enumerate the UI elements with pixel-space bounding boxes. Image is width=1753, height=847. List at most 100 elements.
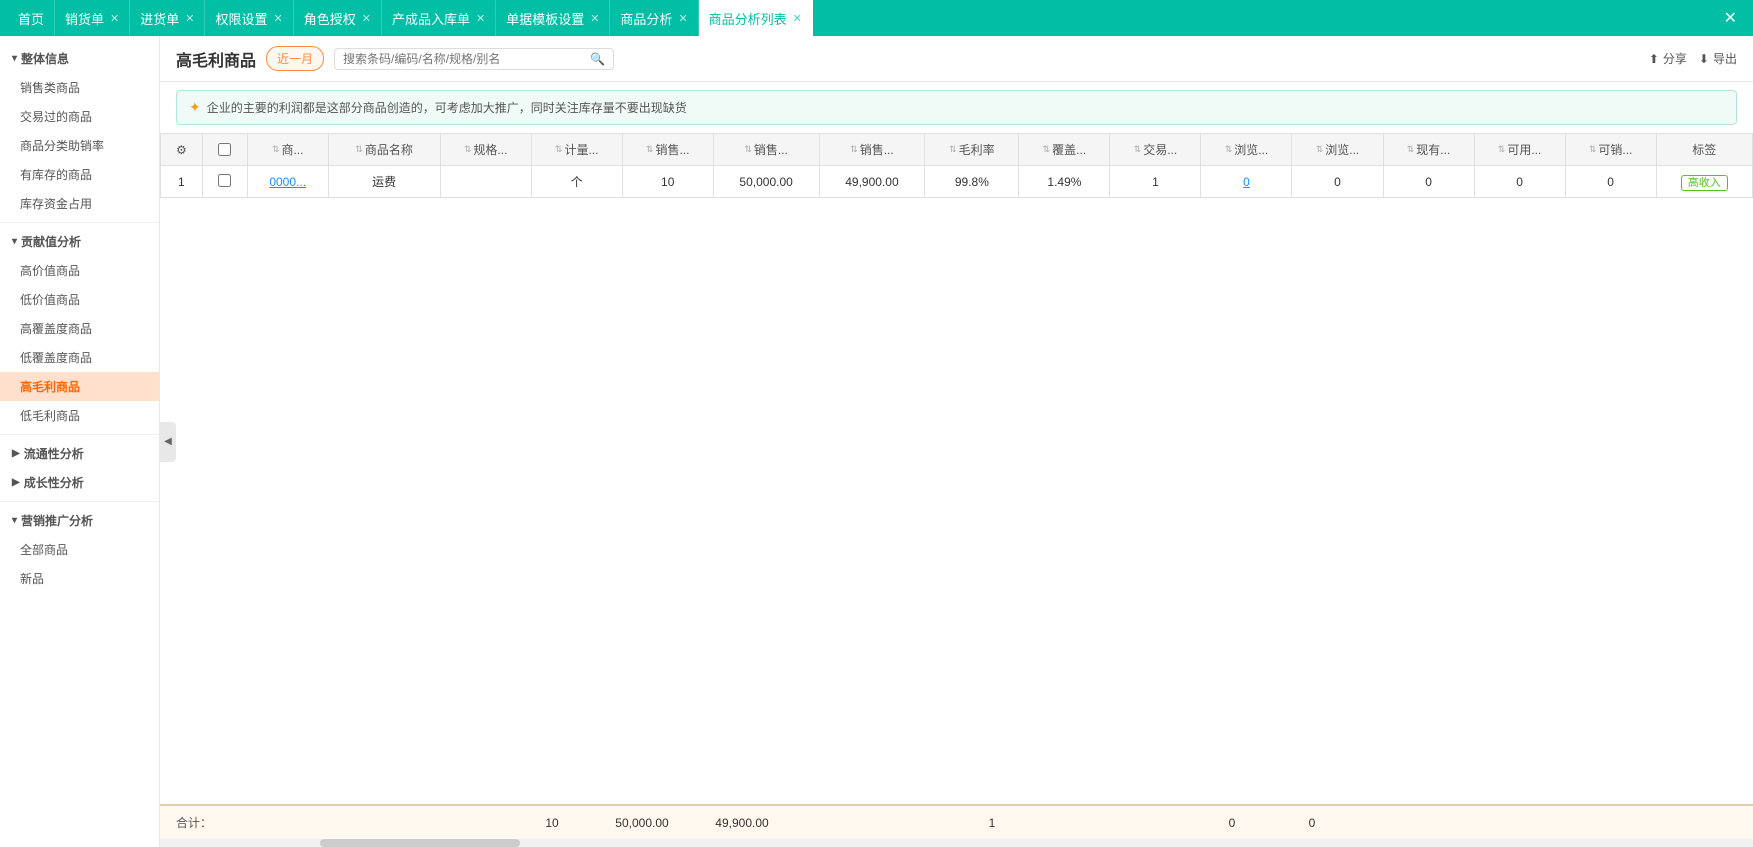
sidebar-item-low-margin[interactable]: 低毛利商品 [0, 401, 159, 430]
col-checkbox [202, 134, 247, 166]
chevron-right-icon: ▶ [12, 477, 20, 488]
col-code[interactable]: ⇅ 商... [247, 134, 328, 166]
info-icon: ✦ [189, 99, 201, 116]
top-nav: 首页 销货单 ✕ 进货单 ✕ 权限设置 ✕ 角色授权 ✕ 产成品入库单 ✕ 单据… [0, 0, 1753, 36]
close-icon[interactable]: ✕ [110, 12, 119, 25]
sidebar-item-low-value[interactable]: 低价值商品 [0, 285, 159, 314]
horizontal-scrollbar[interactable] [160, 839, 1753, 847]
sidebar-item-traded-goods[interactable]: 交易过的商品 [0, 102, 159, 131]
chevron-down-icon: ▾ [12, 515, 17, 526]
sidebar-item-in-stock[interactable]: 有库存的商品 [0, 160, 159, 189]
content-header: 高毛利商品 近一月 🔍 ⬆ 分享 ⬇ 导出 [160, 36, 1753, 82]
page-title: 高毛利商品 [176, 47, 256, 71]
sidebar-item-new-goods[interactable]: 新品 [0, 564, 159, 593]
sidebar-item-category-rate[interactable]: 商品分类助销率 [0, 131, 159, 160]
select-all-checkbox[interactable] [218, 143, 231, 156]
content-area: ◀ 高毛利商品 近一月 🔍 ⬆ 分享 ⬇ 导出 ✦ 企 [160, 36, 1753, 847]
header-actions: ⬆ 分享 ⬇ 导出 [1649, 50, 1737, 67]
col-spec[interactable]: ⇅ 规格... [440, 134, 531, 166]
cell-spec [440, 166, 531, 198]
footer-cell-spacer [232, 816, 512, 830]
footer-cell-profit: 49,900.00 [692, 816, 792, 830]
filter-month-btn[interactable]: 近一月 [266, 46, 324, 71]
col-available[interactable]: ⇅ 可用... [1474, 134, 1565, 166]
cell-sales-amount: 50,000.00 [713, 166, 819, 198]
sidebar-group-contribution[interactable]: ▾ 贡献值分析 [0, 227, 159, 256]
sort-icon: ⇅ [1316, 144, 1324, 155]
col-saleable[interactable]: ⇅ 可销... [1565, 134, 1656, 166]
cell-sales-profit: 49,900.00 [819, 166, 925, 198]
col-browse1[interactable]: ⇅ 浏览... [1201, 134, 1292, 166]
sort-icon: ⇅ [850, 144, 858, 155]
sidebar-group-marketing[interactable]: ▾ 营销推广分析 [0, 506, 159, 535]
close-icon[interactable]: ✕ [362, 12, 371, 25]
col-unit[interactable]: ⇅ 计量... [531, 134, 622, 166]
cell-current-stock: 0 [1383, 166, 1474, 198]
col-gross-margin[interactable]: ⇅ 毛利率 [925, 134, 1019, 166]
export-button[interactable]: ⬇ 导出 [1699, 50, 1737, 67]
footer-cell-margin [792, 816, 872, 830]
col-sales-amount[interactable]: ⇅ 销售... [713, 134, 819, 166]
sort-icon: ⇅ [744, 144, 752, 155]
share-button[interactable]: ⬆ 分享 [1649, 50, 1687, 67]
footer-cell-available: 0 [1272, 816, 1352, 830]
close-icon[interactable]: ✕ [793, 12, 802, 25]
chevron-down-icon: ▾ [12, 236, 17, 247]
col-tag[interactable]: 标签 [1656, 134, 1752, 166]
close-icon[interactable]: ✕ [185, 12, 194, 25]
share-icon: ⬆ [1649, 52, 1659, 66]
col-browse2[interactable]: ⇅ 浏览... [1292, 134, 1383, 166]
scrollbar-thumb[interactable] [320, 839, 520, 847]
settings-icon[interactable]: ⚙ [176, 143, 187, 157]
sidebar-item-sales-goods[interactable]: 销售类商品 [0, 73, 159, 102]
sidebar-item-high-coverage[interactable]: 高覆盖度商品 [0, 314, 159, 343]
nav-tab-analysis-list[interactable]: 商品分析列表 ✕ [699, 0, 813, 36]
window-close-btn[interactable]: ✕ [1716, 8, 1745, 28]
chevron-right-icon: ▶ [12, 448, 20, 459]
sidebar-group-growth[interactable]: ▶ 成长性分析 [0, 468, 159, 497]
nav-tab-permission[interactable]: 权限设置 ✕ [205, 0, 293, 36]
cell-code[interactable]: 0000... [247, 166, 328, 198]
sidebar-item-all-goods[interactable]: 全部商品 [0, 535, 159, 564]
sidebar-item-high-margin[interactable]: 高毛利商品 [0, 372, 159, 401]
sidebar-item-high-value[interactable]: 高价值商品 [0, 256, 159, 285]
nav-tab-role[interactable]: 角色授权 ✕ [294, 0, 382, 36]
close-icon[interactable]: ✕ [590, 12, 599, 25]
nav-tab-product-in[interactable]: 产成品入库单 ✕ [382, 0, 496, 36]
col-current-stock[interactable]: ⇅ 现有... [1383, 134, 1474, 166]
search-input[interactable] [343, 52, 590, 66]
cell-checkbox [202, 166, 247, 198]
sidebar-group-liquidity[interactable]: ▶ 流通性分析 [0, 439, 159, 468]
cell-gross-margin: 99.8% [925, 166, 1019, 198]
chevron-down-icon: ▾ [12, 53, 17, 64]
search-box: 🔍 [334, 48, 614, 70]
cell-browse1[interactable]: 0 [1201, 166, 1292, 198]
divider [0, 222, 159, 223]
footer-cell-amount: 50,000.00 [592, 816, 692, 830]
col-name[interactable]: ⇅ 商品名称 [328, 134, 440, 166]
nav-tab-analysis[interactable]: 商品分析 ✕ [610, 0, 698, 36]
sidebar-group-overall[interactable]: ▾ 整体信息 [0, 44, 159, 73]
sidebar-item-stock-capital[interactable]: 库存资金占用 [0, 189, 159, 218]
footer-cell-browse2-empty [1112, 816, 1192, 830]
table-row: 1 0000... 运费 个 10 50,000.00 49,900.00 99… [161, 166, 1753, 198]
nav-tab-template[interactable]: 单据模板设置 ✕ [496, 0, 610, 36]
info-banner: ✦ 企业的主要的利润都是这部分商品创造的，可考虑加大推广，同时关注库存量不要出现… [176, 90, 1737, 125]
search-icon[interactable]: 🔍 [590, 52, 605, 66]
sidebar: ▾ 整体信息 销售类商品 交易过的商品 商品分类助销率 有库存的商品 库存资金占… [0, 36, 160, 847]
sidebar-collapse-btn[interactable]: ◀ [160, 422, 176, 462]
col-coverage[interactable]: ⇅ 覆盖... [1019, 134, 1110, 166]
cell-unit: 个 [531, 166, 622, 198]
close-icon[interactable]: ✕ [274, 12, 283, 25]
col-sales-qty[interactable]: ⇅ 销售... [622, 134, 713, 166]
sidebar-item-low-coverage[interactable]: 低覆盖度商品 [0, 343, 159, 372]
nav-tab-purchase[interactable]: 进货单 ✕ [130, 0, 205, 36]
row-checkbox[interactable] [218, 174, 231, 187]
close-icon[interactable]: ✕ [678, 12, 687, 25]
col-sales-profit[interactable]: ⇅ 销售... [819, 134, 925, 166]
col-trade[interactable]: ⇅ 交易... [1110, 134, 1201, 166]
nav-tab-home[interactable]: 首页 [8, 0, 55, 36]
main-layout: ▾ 整体信息 销售类商品 交易过的商品 商品分类助销率 有库存的商品 库存资金占… [0, 36, 1753, 847]
close-icon[interactable]: ✕ [476, 12, 485, 25]
nav-tab-sales[interactable]: 销货单 ✕ [55, 0, 130, 36]
